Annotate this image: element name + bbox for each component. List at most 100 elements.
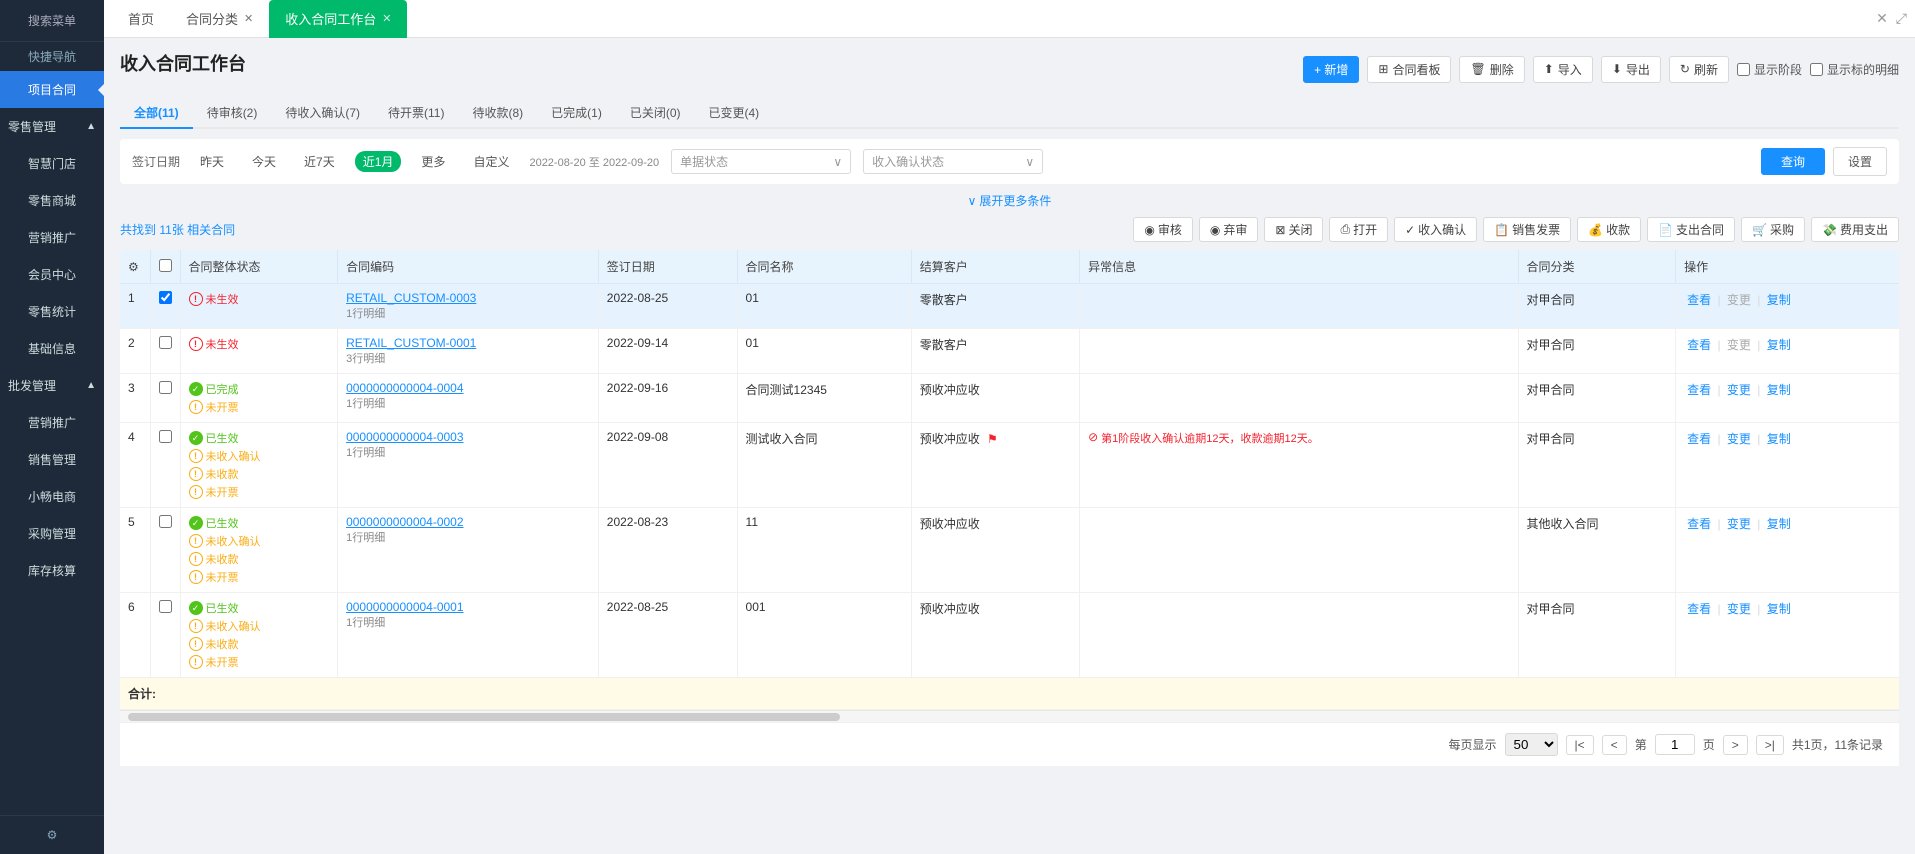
abandon-button[interactable]: ◉ 弃审 <box>1199 217 1259 242</box>
filter-tab-all[interactable]: 全部(11) <box>120 98 193 129</box>
expense-button[interactable]: 📄 支出合同 <box>1647 217 1735 242</box>
filter-tab-changed[interactable]: 已变更(4) <box>695 98 774 129</box>
invoice-button[interactable]: 📋 销售发票 <box>1483 217 1571 242</box>
change-op[interactable]: 变更 <box>1724 602 1754 616</box>
copy-op[interactable]: 复制 <box>1764 293 1794 307</box>
change-op[interactable]: 变更 <box>1724 517 1754 531</box>
page-input[interactable] <box>1655 734 1695 755</box>
filter-custom[interactable]: 自定义 <box>465 151 517 172</box>
filter-tab-pending-payment[interactable]: 待收款(8) <box>458 98 537 129</box>
fee-button[interactable]: 💸 费用支出 <box>1811 217 1899 242</box>
contract-code-link[interactable]: RETAIL_CUSTOM-0001 <box>346 336 590 350</box>
copy-op[interactable]: 复制 <box>1764 517 1794 531</box>
change-op[interactable]: 变更 <box>1724 383 1754 397</box>
contract-code-link[interactable]: 0000000000004-0001 <box>346 600 590 614</box>
filter-tab-pending-invoice[interactable]: 待开票(11) <box>374 98 458 129</box>
refresh-button[interactable]: ↻ 刷新 <box>1669 56 1729 83</box>
review-button[interactable]: ◉ 审核 <box>1133 217 1193 242</box>
col-checkbox[interactable] <box>150 250 180 284</box>
tab-action-close[interactable]: ✕ <box>1876 10 1888 27</box>
close-icon: ⊠ <box>1275 223 1285 237</box>
chevron-down-icon: ∨ <box>833 155 842 169</box>
contract-code-link[interactable]: RETAIL_CUSTOM-0003 <box>346 291 590 305</box>
close-tab-income-workbench[interactable]: ✕ <box>382 12 391 25</box>
sidebar-item-project[interactable]: 项目合同 <box>0 71 104 108</box>
export-button[interactable]: ⬇ 导出 <box>1601 56 1661 83</box>
sidebar-item-retail-mgmt[interactable]: 零售管理▲ <box>0 108 104 145</box>
filter-tab-closed[interactable]: 已关闭(0) <box>616 98 695 129</box>
horizontal-scrollbar[interactable] <box>128 713 840 721</box>
sidebar-item-wholesale-mgmt[interactable]: 批发管理▲ <box>0 367 104 404</box>
income-confirm-button[interactable]: ✓ 收入确认 <box>1394 217 1477 242</box>
col-settings[interactable]: ⚙ <box>120 250 150 284</box>
contract-code-link[interactable]: 0000000000004-0002 <box>346 515 590 529</box>
change-op[interactable]: 变更 <box>1724 432 1754 446</box>
view-op[interactable]: 查看 <box>1684 432 1714 446</box>
tab-action-expand[interactable]: ⤢ <box>1896 10 1907 27</box>
filter-yesterday[interactable]: 昨天 <box>192 151 232 172</box>
last-page-button[interactable]: >| <box>1756 735 1784 755</box>
prev-page-button[interactable]: < <box>1602 735 1627 755</box>
query-button[interactable]: 查询 <box>1761 148 1825 175</box>
sidebar-item-member[interactable]: 会员中心 <box>0 256 104 293</box>
filter-tab-pending-review[interactable]: 待审核(2) <box>193 98 272 129</box>
close-tab-contract-category[interactable]: ✕ <box>244 12 253 25</box>
sidebar-item-smart-store[interactable]: 智慧门店 <box>0 145 104 182</box>
sidebar-item-sales-mgmt[interactable]: 销售管理 <box>0 441 104 478</box>
fee-icon: 💸 <box>1822 223 1837 237</box>
change-op[interactable]: 变更 <box>1724 338 1754 352</box>
tab-contract-category[interactable]: 合同分类 ✕ <box>170 0 269 38</box>
filter-more[interactable]: 更多 <box>413 151 453 172</box>
payment-button[interactable]: 💰 收款 <box>1577 217 1641 242</box>
sidebar-item-retail-stats[interactable]: 零售统计 <box>0 293 104 330</box>
sidebar-item-ecommerce[interactable]: 小畅电商 <box>0 478 104 515</box>
filter-tab-pending-income[interactable]: 待收入确认(7) <box>271 98 374 129</box>
page-title: 收入合同工作台 <box>120 50 246 76</box>
copy-op[interactable]: 复制 <box>1764 383 1794 397</box>
panel-button[interactable]: ⊞ 合同看板 <box>1367 56 1451 83</box>
tab-income-workbench[interactable]: 收入合同工作台 ✕ <box>269 0 407 38</box>
sidebar-search[interactable]: 搜索菜单 <box>0 0 104 42</box>
print-button[interactable]: ⎙ 打开 <box>1329 217 1388 242</box>
sidebar-item-marketing2[interactable]: 营销推广 <box>0 404 104 441</box>
expand-more-conditions[interactable]: ∨ 展开更多条件 <box>968 192 1052 209</box>
purchase-button[interactable]: 🛒 采购 <box>1741 217 1805 242</box>
sidebar-item-inventory[interactable]: 库存核算 <box>0 552 104 589</box>
view-op[interactable]: 查看 <box>1684 383 1714 397</box>
first-page-button[interactable]: |< <box>1566 735 1594 755</box>
view-op[interactable]: 查看 <box>1684 517 1714 531</box>
sidebar-settings[interactable]: ⚙ <box>0 815 104 854</box>
tab-home[interactable]: 首页 <box>112 0 170 38</box>
import-button[interactable]: ⬆ 导入 <box>1533 56 1593 83</box>
setting-button[interactable]: 设置 <box>1833 147 1887 176</box>
copy-op[interactable]: 复制 <box>1764 338 1794 352</box>
view-op[interactable]: 查看 <box>1684 602 1714 616</box>
view-op[interactable]: 查看 <box>1684 338 1714 352</box>
filter-last7days[interactable]: 近7天 <box>296 151 343 172</box>
sidebar-item-retail-mall[interactable]: 零售商城 <box>0 182 104 219</box>
view-op[interactable]: 查看 <box>1684 293 1714 307</box>
copy-op[interactable]: 复制 <box>1764 432 1794 446</box>
sidebar-item-marketing[interactable]: 营销推广 <box>0 219 104 256</box>
show-stage-checkbox[interactable]: 显示阶段 <box>1737 61 1802 78</box>
contract-code-link[interactable]: 0000000000004-0003 <box>346 430 590 444</box>
filter-today[interactable]: 今天 <box>244 151 284 172</box>
change-op[interactable]: 变更 <box>1724 293 1754 307</box>
delete-button[interactable]: 🗑 删除 <box>1459 56 1524 83</box>
sidebar-nav[interactable]: 快捷导航 <box>0 42 104 71</box>
close-contract-button[interactable]: ⊠ 关闭 <box>1264 217 1323 242</box>
order-status-select[interactable]: 单据状态 ∨ <box>671 149 851 174</box>
review-icon: ◉ <box>1144 223 1154 237</box>
contract-code-link[interactable]: 0000000000004-0004 <box>346 381 590 395</box>
sidebar-item-purchase[interactable]: 采购管理 <box>0 515 104 552</box>
show-detail-checkbox[interactable]: 显示标的明细 <box>1810 61 1899 78</box>
per-page-select[interactable]: 50 100 200 <box>1505 733 1558 756</box>
add-button[interactable]: + 新增 <box>1303 56 1359 83</box>
sidebar-item-basic-info[interactable]: 基础信息 <box>0 330 104 367</box>
filter-tab-completed[interactable]: 已完成(1) <box>537 98 616 129</box>
abandon-icon: ◉ <box>1210 223 1220 237</box>
copy-op[interactable]: 复制 <box>1764 602 1794 616</box>
filter-last1month[interactable]: 近1月 <box>355 151 402 172</box>
income-status-select[interactable]: 收入确认状态 ∨ <box>863 149 1043 174</box>
next-page-button[interactable]: > <box>1723 735 1748 755</box>
